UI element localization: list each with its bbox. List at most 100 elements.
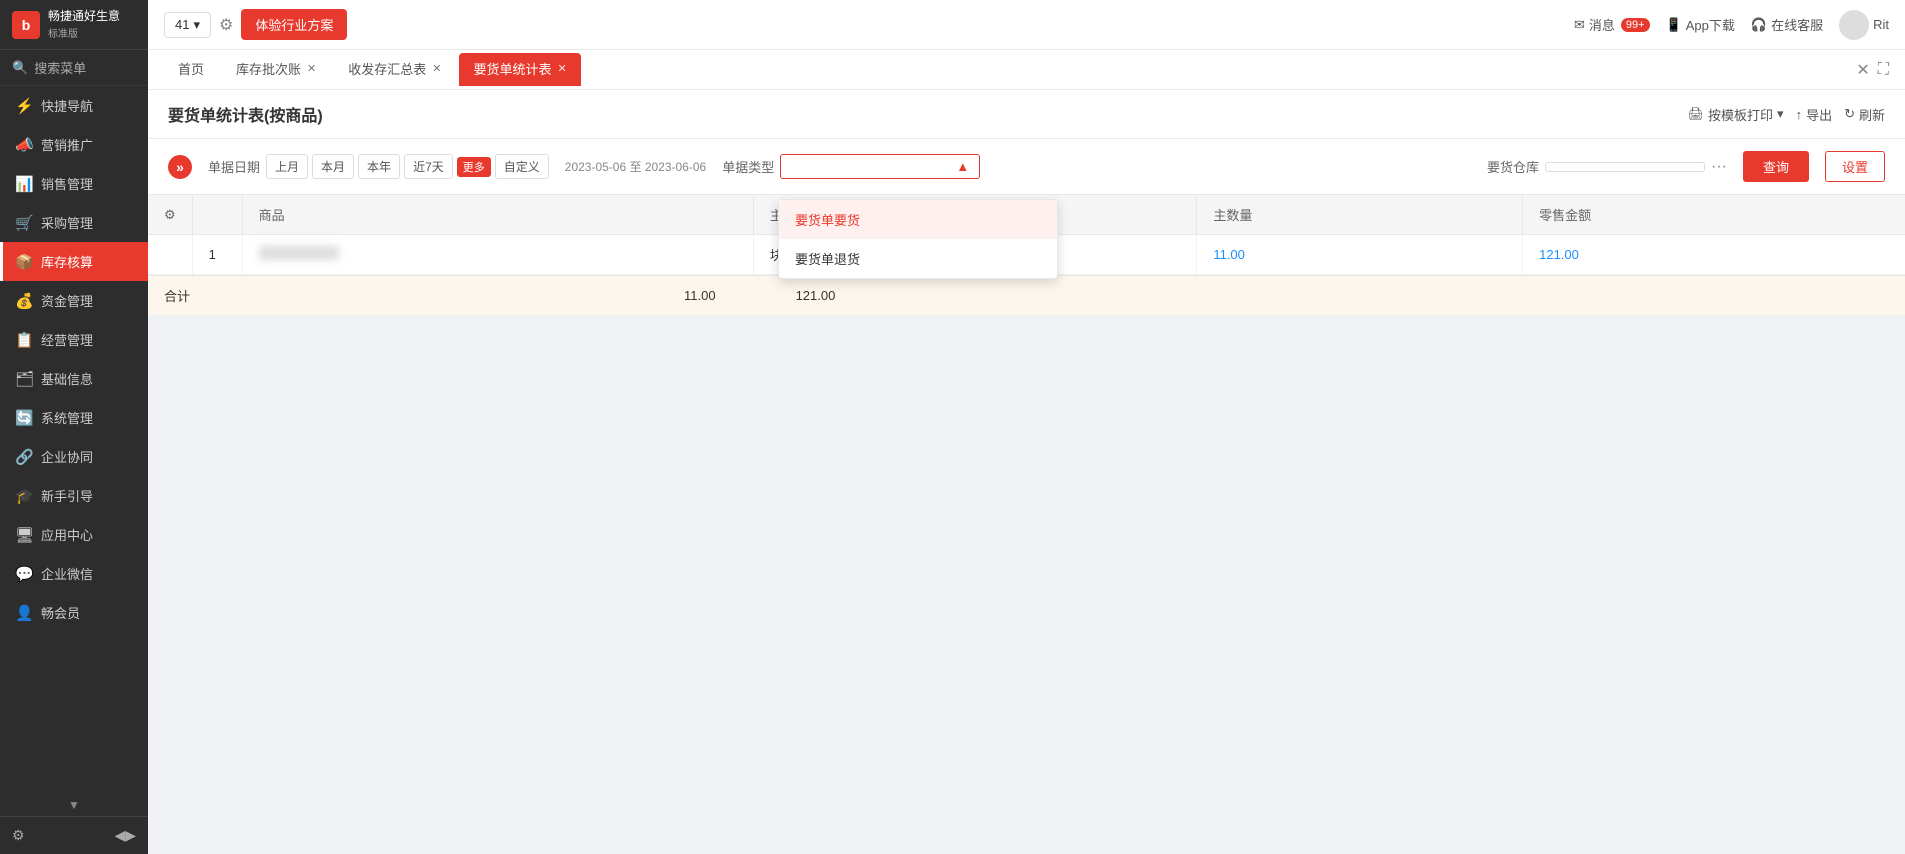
trial-button[interactable]: 体验行业方案 [241, 9, 347, 40]
sidebar-item-label: 畅会员 [41, 603, 80, 622]
app-title: 畅捷通好生意 [48, 9, 120, 25]
refresh-btn[interactable]: ↻ 刷新 [1844, 105, 1885, 124]
sidebar-item-app-center[interactable]: 🖥 应用中心 [0, 515, 148, 554]
sidebar-item-operation[interactable]: 📋 经营管理 [0, 320, 148, 359]
message-btn[interactable]: ✉ 消息 99+ [1574, 15, 1650, 34]
sidebar-item-sales[interactable]: 📊 销售管理 [0, 164, 148, 203]
filter-settings-button[interactable]: 设置 [1825, 151, 1885, 182]
enterprise-wechat-icon: 💬 [15, 565, 33, 583]
type-dropdown-menu: 要货单要货 要货单退货 [778, 199, 1058, 279]
sidebar-items-list: ⚡ 快捷导航 📣 营销推广 📊 销售管理 🛒 采购管理 📦 库存核算 💰 资金管… [0, 86, 148, 794]
col-header-product: 商品 [242, 195, 753, 235]
qty-link[interactable]: 11.00 [1213, 247, 1245, 262]
tab-close-all-icon[interactable]: ✕ [1856, 60, 1869, 80]
export-icon: ↑ [1796, 107, 1803, 122]
tab-collection-summary[interactable]: 收发存汇总表 ✕ [334, 53, 455, 86]
date-last-7-days-btn[interactable]: 近7天 [404, 154, 453, 179]
page-header-actions: 🖨 按模板打印 ▾ ↑ 导出 ↻ 刷新 [1688, 105, 1886, 124]
filter-expand-btn[interactable]: » [168, 155, 192, 179]
settings-icon[interactable]: ⚙ [12, 827, 25, 844]
search-icon: 🔍 [12, 60, 28, 76]
row-amount-cell[interactable]: 121.00 [1523, 235, 1905, 275]
sidebar-item-label: 企业微信 [41, 564, 93, 583]
sidebar: b 畅捷通好生意 标准版 🔍 搜索菜单 ⚡ 快捷导航 📣 营销推广 📊 销售管理… [0, 0, 148, 854]
print-label: 按模板打印 [1708, 105, 1773, 124]
sidebar-item-label: 系统管理 [41, 408, 93, 427]
settings-icon[interactable]: ⚙ [164, 207, 176, 222]
type-dropdown[interactable]: ▲ [780, 154, 980, 179]
tab-order-stats-close[interactable]: ✕ [558, 62, 567, 75]
tab-collection-close[interactable]: ✕ [432, 62, 441, 75]
sidebar-item-finance[interactable]: 💰 资金管理 [0, 281, 148, 320]
sidebar-search-label: 搜索菜单 [34, 58, 86, 77]
user-avatar-btn[interactable]: Rit [1839, 10, 1889, 40]
collapse-icon[interactable]: ◀▶ [114, 827, 136, 844]
dropdown-item-order-return[interactable]: 要货单退货 [779, 239, 1057, 278]
member-icon: 👤 [15, 604, 33, 622]
sidebar-item-basic-info[interactable]: 🗂 基础信息 [0, 359, 148, 398]
tab-home-label: 首页 [178, 59, 204, 78]
date-last-month-btn[interactable]: 上月 [266, 154, 308, 179]
warehouse-input[interactable] [1545, 162, 1705, 172]
row-product-cell [242, 235, 753, 275]
date-shortcuts: 上月 本月 本年 近7天 更多 自定义 [266, 154, 549, 179]
tab-order-stats-label: 要货单统计表 [473, 59, 551, 78]
sidebar-item-label: 采购管理 [41, 213, 93, 232]
sidebar-item-beginner[interactable]: 🎓 新手引导 [0, 476, 148, 515]
sidebar-item-marketing[interactable]: 📣 营销推广 [0, 125, 148, 164]
store-name: 41 [175, 17, 189, 32]
tab-home[interactable]: 首页 [164, 53, 218, 86]
print-btn[interactable]: 🖨 按模板打印 ▾ [1688, 105, 1784, 124]
sidebar-item-enterprise-wechat[interactable]: 💬 企业微信 [0, 554, 148, 593]
operation-icon: 📋 [15, 331, 33, 349]
sidebar-search[interactable]: 🔍 搜索菜单 [0, 50, 148, 86]
beginner-icon: 🎓 [15, 487, 33, 505]
tab-expand-icon[interactable]: ⛶ [1878, 61, 1889, 79]
footer-amount: 121.00 [796, 288, 836, 303]
date-custom-btn[interactable]: 自定义 [495, 154, 549, 179]
date-more-btn[interactable]: 更多 [457, 157, 491, 177]
export-btn[interactable]: ↑ 导出 [1796, 105, 1833, 124]
sidebar-scroll-down[interactable]: ▼ [0, 794, 148, 816]
date-this-year-btn[interactable]: 本年 [358, 154, 400, 179]
sidebar-item-label: 经营管理 [41, 330, 93, 349]
store-selector[interactable]: 41 ▾ [164, 12, 211, 38]
tab-stock-batch[interactable]: 库存批次账 ✕ [222, 53, 330, 86]
sidebar-item-system[interactable]: 🔄 系统管理 [0, 398, 148, 437]
message-label: 消息 [1589, 15, 1615, 34]
refresh-icon: ↻ [1844, 106, 1855, 122]
amount-link[interactable]: 121.00 [1539, 247, 1579, 262]
tab-order-stats[interactable]: 要货单统计表 ✕ [459, 53, 580, 86]
type-label: 单据类型 [722, 157, 774, 176]
basic-info-icon: 🗂 [15, 370, 33, 388]
online-service-btn[interactable]: 🎧 在线客服 [1751, 15, 1823, 34]
dropdown-item-order-goods[interactable]: 要货单要货 [779, 200, 1057, 239]
sidebar-item-label: 销售管理 [41, 174, 93, 193]
row-qty-cell[interactable]: 11.00 [1197, 235, 1523, 275]
export-label: 导出 [1806, 105, 1832, 124]
table-footer: 合计 11.00 121.00 [148, 275, 1905, 315]
phone-icon: 📱 [1666, 17, 1682, 33]
app-download-btn[interactable]: 📱 App下载 [1666, 15, 1735, 34]
date-filter-group: 单据日期 上月 本月 本年 近7天 更多 自定义 [208, 154, 549, 179]
filter-more-icon[interactable]: ··· [1711, 158, 1727, 176]
app-sub-title: 标准版 [48, 25, 120, 40]
main-area: 41 ▾ ⚙ 体验行业方案 ✉ 消息 99+ 📱 App下载 🎧 在线客服 R [148, 0, 1905, 854]
sidebar-item-purchase[interactable]: 🛒 采购管理 [0, 203, 148, 242]
date-this-month-btn[interactable]: 本月 [312, 154, 354, 179]
col-header-settings: ⚙ [148, 195, 192, 235]
settings-gear-icon[interactable]: ⚙ [219, 15, 233, 35]
sidebar-item-label: 基础信息 [41, 369, 93, 388]
tabbar: 首页 库存批次账 ✕ 收发存汇总表 ✕ 要货单统计表 ✕ ✕ ⛶ [148, 50, 1905, 90]
sidebar-item-inventory[interactable]: 📦 库存核算 [0, 242, 148, 281]
query-button[interactable]: 查询 [1743, 151, 1809, 182]
row-no-cell: 1 [192, 235, 242, 275]
sidebar-item-label: 库存核算 [41, 252, 93, 271]
tab-stock-batch-close[interactable]: ✕ [307, 62, 316, 75]
sidebar-bottom: ⚙ ◀▶ [0, 816, 148, 854]
sidebar-item-quick-nav[interactable]: ⚡ 快捷导航 [0, 86, 148, 125]
page-header: 要货单统计表(按商品) 🖨 按模板打印 ▾ ↑ 导出 ↻ 刷新 [148, 90, 1905, 139]
sidebar-item-member[interactable]: 👤 畅会员 [0, 593, 148, 632]
tabbar-actions: ✕ ⛶ [1856, 60, 1889, 80]
sidebar-item-enterprise-coop[interactable]: 🔗 企业协同 [0, 437, 148, 476]
